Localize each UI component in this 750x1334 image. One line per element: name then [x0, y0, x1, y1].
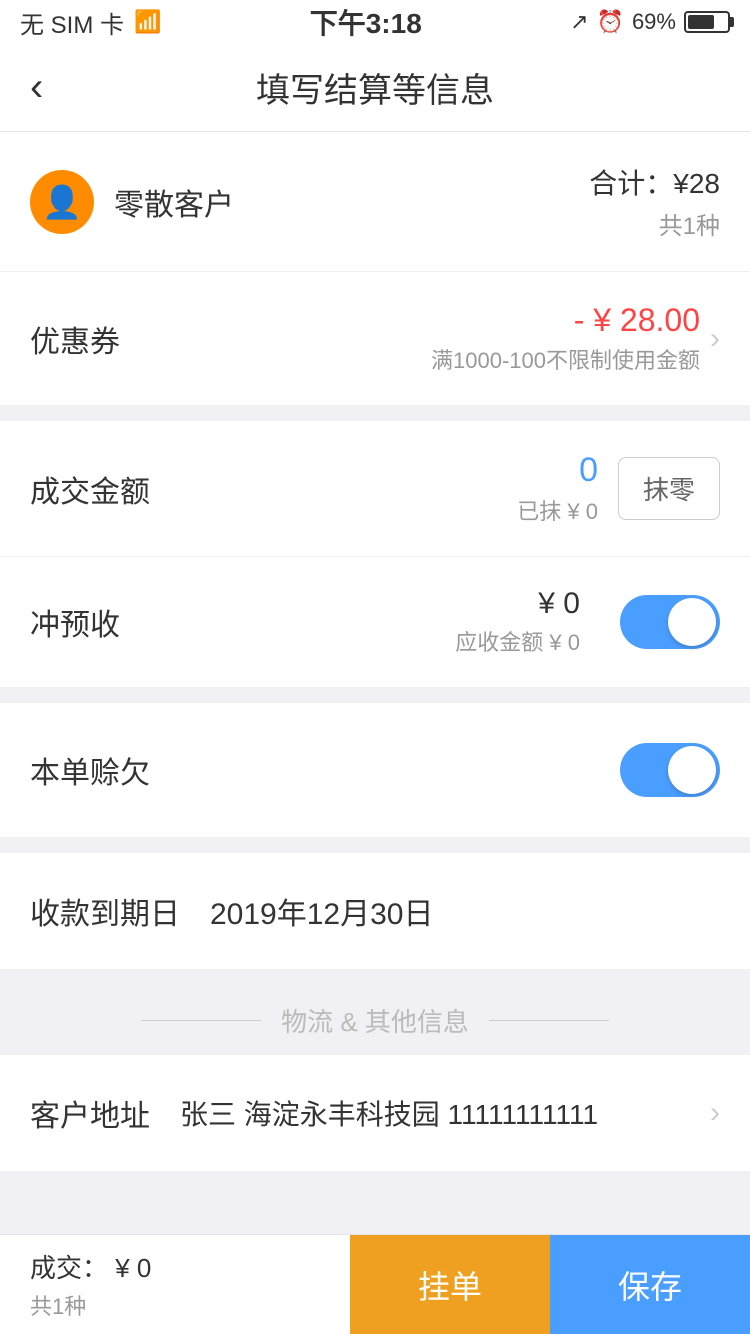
nav-bar: ‹ 填写结算等信息	[0, 44, 750, 132]
status-time: 下午3:18	[310, 2, 422, 42]
bottom-transaction-value: ¥ 0	[115, 1253, 151, 1283]
content: 👤 零散客户 合计：¥28 共1种 优惠券 - ¥ 28.00 满1000-10…	[0, 132, 750, 1291]
battery-fill	[688, 15, 714, 29]
transaction-amount-area: 0 已抹 ¥ 0	[517, 451, 598, 526]
back-button[interactable]: ‹	[30, 65, 43, 110]
prepay-row: 冲预收 ¥ 0 应收金额 ¥ 0	[0, 556, 750, 687]
due-date-label: 收款到期日	[30, 889, 180, 933]
total-label: 合计：¥28	[589, 162, 720, 202]
address-label: 客户地址	[30, 1091, 150, 1135]
customer-name: 零散客户	[114, 180, 234, 224]
bottom-count: 共1种	[30, 1289, 320, 1321]
round-button[interactable]: 抹零	[618, 457, 720, 520]
bottom-transaction: 成交： ¥ 0	[30, 1248, 320, 1285]
total-count: 共1种	[589, 206, 720, 241]
page-title: 填写结算等信息	[256, 63, 494, 112]
address-value: 张三 海淀永丰科技园 11111111111	[180, 1093, 710, 1133]
transaction-right: 0 已抹 ¥ 0 抹零	[517, 451, 720, 526]
debt-section: 本单赊欠	[0, 703, 750, 837]
debt-toggle[interactable]	[620, 743, 720, 797]
coupon-content: - ¥ 28.00 满1000-100不限制使用金额	[431, 302, 700, 375]
customer-section: 👤 零散客户 合计：¥28 共1种 优惠券 - ¥ 28.00 满1000-10…	[0, 132, 750, 405]
status-left: 无 SIM 卡 📶	[20, 5, 161, 40]
due-date-row: 收款到期日 2019年12月30日	[0, 853, 750, 969]
bottom-info: 成交： ¥ 0 共1种	[0, 1235, 350, 1334]
avatar-icon: 👤	[42, 183, 82, 221]
prepay-sub: 应收金额 ¥ 0	[455, 625, 580, 657]
address-row[interactable]: 客户地址 张三 海淀永丰科技园 11111111111 ›	[0, 1055, 750, 1171]
transaction-sub: 已抹 ¥ 0	[517, 494, 598, 526]
prepay-right-area: ¥ 0 应收金额 ¥ 0	[455, 587, 720, 657]
status-bar: 无 SIM 卡 📶 下午3:18 ↗ ⏰ 69%	[0, 0, 750, 44]
prepay-amount: ¥ 0	[538, 587, 580, 621]
debt-label: 本单赊欠	[30, 748, 150, 792]
due-date-value[interactable]: 2019年12月30日	[210, 889, 433, 933]
save-button[interactable]: 保存	[550, 1235, 750, 1334]
coupon-label: 优惠券	[30, 317, 120, 361]
coupon-amount: - ¥ 28.00	[431, 302, 700, 339]
hang-button[interactable]: 挂单	[350, 1235, 550, 1334]
customer-summary: 合计：¥28 共1种	[589, 162, 720, 241]
prepay-toggle[interactable]	[620, 595, 720, 649]
toggle-thumb	[668, 598, 716, 646]
transaction-label: 成交金额	[30, 467, 150, 511]
wifi-icon: 📶	[134, 9, 161, 35]
logistics-text: 物流 & 其他信息	[281, 1002, 469, 1039]
logistics-line-right	[489, 1020, 609, 1021]
coupon-desc: 满1000-100不限制使用金额	[431, 343, 700, 375]
customer-avatar: 👤	[30, 170, 94, 234]
customer-left: 👤 零散客户	[30, 170, 234, 234]
carrier-label: 无 SIM 卡	[20, 5, 124, 40]
prepay-amount-area: ¥ 0 应收金额 ¥ 0	[455, 587, 580, 657]
alarm-icon: ⏰	[597, 9, 624, 35]
logistics-label: 物流 & 其他信息	[141, 1002, 609, 1039]
battery-label: 69%	[632, 9, 676, 35]
transaction-amount[interactable]: 0	[517, 451, 598, 490]
location-icon: ↗	[570, 9, 588, 35]
transaction-section: 成交金额 0 已抹 ¥ 0 抹零 冲预收 ¥ 0 应收金额 ¥ 0	[0, 421, 750, 687]
status-right: ↗ ⏰ 69%	[570, 9, 730, 35]
bottom-transaction-label: 成交：	[30, 1253, 108, 1283]
logistics-header: 物流 & 其他信息	[0, 985, 750, 1055]
coupon-chevron-icon: ›	[710, 322, 720, 356]
bottom-bar: 成交： ¥ 0 共1种 挂单 保存	[0, 1234, 750, 1334]
coupon-row[interactable]: 优惠券 - ¥ 28.00 满1000-100不限制使用金额 ›	[0, 271, 750, 405]
debt-toggle-thumb	[668, 746, 716, 794]
prepay-label: 冲预收	[30, 600, 120, 644]
transaction-row: 成交金额 0 已抹 ¥ 0 抹零	[0, 421, 750, 556]
address-chevron-icon: ›	[710, 1096, 720, 1130]
coupon-right: - ¥ 28.00 满1000-100不限制使用金额 ›	[431, 302, 720, 375]
logistics-line-left	[141, 1020, 261, 1021]
battery-bar	[684, 11, 730, 33]
customer-row: 👤 零散客户 合计：¥28 共1种	[0, 132, 750, 271]
